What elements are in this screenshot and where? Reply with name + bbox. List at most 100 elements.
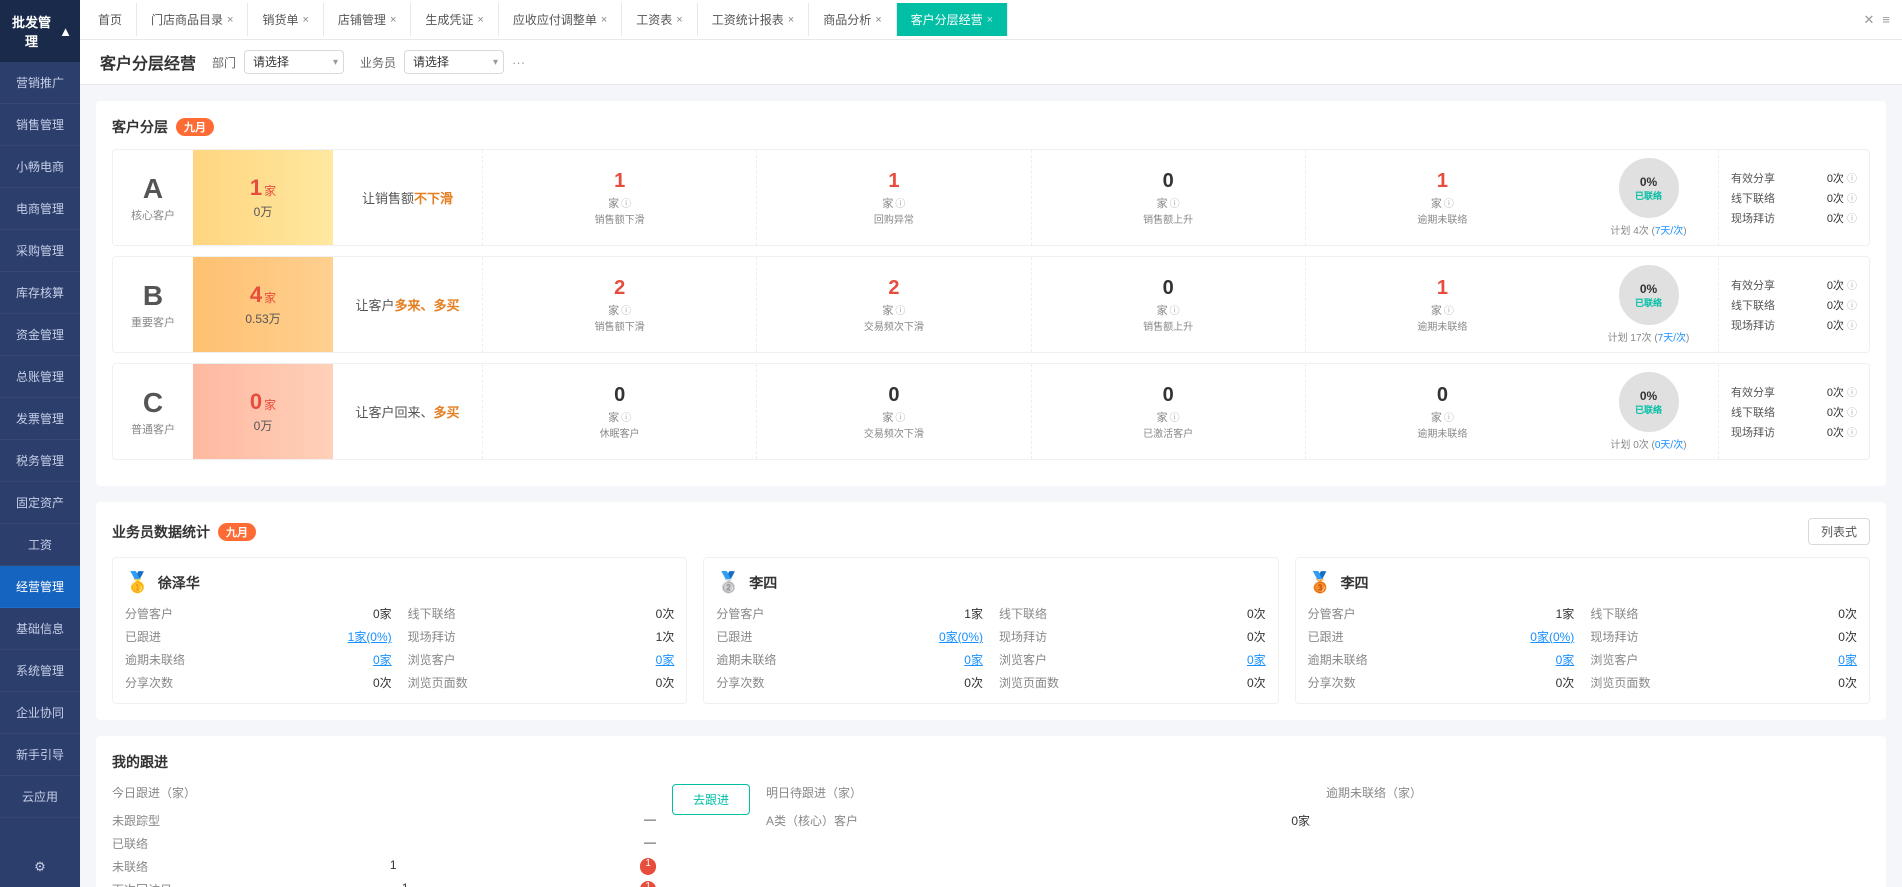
metric-block-A-3[interactable]: 1家ⓘ逾期未联络 bbox=[1306, 150, 1579, 245]
metric-block-B-3[interactable]: 1家ⓘ逾期未联络 bbox=[1306, 257, 1579, 352]
stat-val-2-4[interactable]: 0家 bbox=[1556, 651, 1575, 668]
stat-val-2-5[interactable]: 0家 bbox=[1838, 651, 1857, 668]
stat-val-2-2[interactable]: 0家(0%) bbox=[1530, 628, 1574, 645]
metric-block-A-2[interactable]: 0家ⓘ销售额上升 bbox=[1032, 150, 1306, 245]
metric-info-icon-B-0[interactable]: ⓘ bbox=[621, 302, 631, 317]
sidebar-item-新手引导[interactable]: 新手引导 bbox=[0, 734, 80, 776]
tab-首页[interactable]: 首页 bbox=[84, 3, 137, 36]
tab-close-生成凭证[interactable]: × bbox=[477, 14, 483, 26]
sidebar-item-基础信息[interactable]: 基础信息 bbox=[0, 608, 80, 650]
metric-info-icon-C-2[interactable]: ⓘ bbox=[1170, 409, 1180, 424]
right-stat-info-C-0[interactable]: ⓘ bbox=[1847, 388, 1857, 399]
metric-block-C-0[interactable]: 0家ⓘ休眠客户 bbox=[483, 364, 757, 459]
tab-工资表[interactable]: 工资表× bbox=[622, 3, 697, 36]
right-stat-info-C-1[interactable]: ⓘ bbox=[1847, 408, 1857, 419]
tab-店铺管理[interactable]: 店铺管理× bbox=[324, 3, 411, 36]
salesperson-select[interactable]: 请选择 bbox=[404, 50, 504, 74]
metric-block-B-2[interactable]: 0家ⓘ销售额上升 bbox=[1032, 257, 1306, 352]
list-view-button[interactable]: 列表式 bbox=[1808, 518, 1870, 545]
stat-val-0-5[interactable]: 0家 bbox=[656, 651, 675, 668]
stat-val-1-5[interactable]: 0家 bbox=[1247, 651, 1266, 668]
sidebar-item-库存核算[interactable]: 库存核算 bbox=[0, 272, 80, 314]
sidebar-item-电商管理[interactable]: 电商管理 bbox=[0, 188, 80, 230]
tier-count-C[interactable]: 0家0万 bbox=[193, 364, 333, 459]
metric-block-C-3[interactable]: 0家ⓘ逾期未联络 bbox=[1306, 364, 1579, 459]
tab-close-门店商品目录[interactable]: × bbox=[227, 14, 233, 26]
metric-info-icon-A-0[interactable]: ⓘ bbox=[621, 195, 631, 210]
tab-门店商品目录[interactable]: 门店商品目录× bbox=[137, 3, 248, 36]
tab-销货单[interactable]: 销货单× bbox=[248, 3, 323, 36]
tier-count-A[interactable]: 1家0万 bbox=[193, 150, 333, 245]
tab-商品分析[interactable]: 商品分析× bbox=[809, 3, 896, 36]
sidebar-header[interactable]: 批发管理 ▲ bbox=[0, 0, 80, 62]
sidebar-item-采购管理[interactable]: 采购管理 bbox=[0, 230, 80, 272]
right-stat-row-C-0: 有效分享 0次 ⓘ bbox=[1731, 384, 1857, 400]
metric-info-icon-A-1[interactable]: ⓘ bbox=[895, 195, 905, 210]
metric-block-A-0[interactable]: 1家ⓘ销售额下滑 bbox=[483, 150, 757, 245]
metric-info-icon-C-0[interactable]: ⓘ bbox=[621, 409, 631, 424]
metric-block-C-1[interactable]: 0家ⓘ交易频次下滑 bbox=[757, 364, 1031, 459]
metric-info-icon-A-2[interactable]: ⓘ bbox=[1170, 195, 1180, 210]
tab-close-销货单[interactable]: × bbox=[302, 14, 308, 26]
metric-info-icon-B-1[interactable]: ⓘ bbox=[895, 302, 905, 317]
sidebar-item-销售管理[interactable]: 销售管理 bbox=[0, 104, 80, 146]
stat-label-2-3: 现场拜访 bbox=[1590, 628, 1638, 645]
sidebar-item-工资[interactable]: 工资 bbox=[0, 524, 80, 566]
metric-block-B-1[interactable]: 2家ⓘ交易频次下滑 bbox=[757, 257, 1031, 352]
metric-block-C-2[interactable]: 0家ⓘ已激活客户 bbox=[1032, 364, 1306, 459]
tab-close-店铺管理[interactable]: × bbox=[390, 14, 396, 26]
sidebar-item-小畅电商[interactable]: 小畅电商 bbox=[0, 146, 80, 188]
right-stat-info-C-2[interactable]: ⓘ bbox=[1847, 428, 1857, 439]
tab-close-工资表[interactable]: × bbox=[676, 14, 682, 26]
right-stat-info-A-2[interactable]: ⓘ bbox=[1847, 214, 1857, 225]
metric-label-A-3: 家ⓘ bbox=[1431, 195, 1454, 211]
staff-stat-left-0-6: 分享次数0次 bbox=[125, 674, 392, 691]
metric-text-C-0: 休眠客户 bbox=[600, 425, 640, 440]
metric-info-icon-B-2[interactable]: ⓘ bbox=[1170, 302, 1180, 317]
stat-val-1-4[interactable]: 0家 bbox=[964, 651, 983, 668]
tier-name-A: 核心客户 bbox=[131, 207, 175, 223]
tab-close-应收应付调整单[interactable]: × bbox=[601, 14, 607, 26]
stat-val-0-2[interactable]: 1家(0%) bbox=[348, 628, 392, 645]
settings-button[interactable]: ⚙ bbox=[0, 847, 80, 887]
tomorrow-follow-block: 明日待跟进（家） A类（核心）客户0家 bbox=[766, 784, 1310, 832]
sidebar-item-经营管理[interactable]: 经营管理 bbox=[0, 566, 80, 608]
metric-info-icon-C-3[interactable]: ⓘ bbox=[1444, 409, 1454, 424]
sidebar-item-总账管理[interactable]: 总账管理 bbox=[0, 356, 80, 398]
metric-info-icon-C-1[interactable]: ⓘ bbox=[895, 409, 905, 424]
tab-客户分层经营[interactable]: 客户分层经营× bbox=[897, 3, 1008, 36]
right-stat-info-B-1[interactable]: ⓘ bbox=[1847, 301, 1857, 312]
dept-select[interactable]: 请选择 bbox=[244, 50, 344, 74]
tab-工资统计报表[interactable]: 工资统计报表× bbox=[698, 3, 809, 36]
tab-生成凭证[interactable]: 生成凭证× bbox=[411, 3, 498, 36]
metric-info-icon-B-3[interactable]: ⓘ bbox=[1444, 302, 1454, 317]
tier-count-B[interactable]: 4家0.53万 bbox=[193, 257, 333, 352]
sidebar-item-营销推广[interactable]: 营销推广 bbox=[0, 62, 80, 104]
window-menu-icon[interactable]: ≡ bbox=[1882, 12, 1890, 27]
sidebar-item-系统管理[interactable]: 系统管理 bbox=[0, 650, 80, 692]
sidebar-item-发票管理[interactable]: 发票管理 bbox=[0, 398, 80, 440]
right-stat-info-A-0[interactable]: ⓘ bbox=[1847, 174, 1857, 185]
right-stat-row-B-2: 现场拜访 0次 ⓘ bbox=[1731, 317, 1857, 333]
metric-block-A-1[interactable]: 1家ⓘ回购异常 bbox=[757, 150, 1031, 245]
sidebar-item-企业协同[interactable]: 企业协同 bbox=[0, 692, 80, 734]
stat-val-1-2[interactable]: 0家(0%) bbox=[939, 628, 983, 645]
right-stat-info-A-1[interactable]: ⓘ bbox=[1847, 194, 1857, 205]
sidebar-item-云应用[interactable]: 云应用 bbox=[0, 776, 80, 818]
tab-close-商品分析[interactable]: × bbox=[875, 14, 881, 26]
metric-block-B-0[interactable]: 2家ⓘ销售额下滑 bbox=[483, 257, 757, 352]
sidebar-item-资金管理[interactable]: 资金管理 bbox=[0, 314, 80, 356]
tab-应收应付调整单[interactable]: 应收应付调整单× bbox=[499, 3, 622, 36]
right-stat-info-B-0[interactable]: ⓘ bbox=[1847, 281, 1857, 292]
window-close-icon[interactable]: ✕ bbox=[1864, 12, 1875, 28]
staff-name-1: 李四 bbox=[749, 573, 777, 593]
metric-info-icon-A-3[interactable]: ⓘ bbox=[1444, 195, 1454, 210]
tab-close-客户分层经营[interactable]: × bbox=[987, 14, 993, 26]
more-options-icon[interactable]: ··· bbox=[512, 55, 525, 70]
sidebar-item-税务管理[interactable]: 税务管理 bbox=[0, 440, 80, 482]
stat-val-0-4[interactable]: 0家 bbox=[373, 651, 392, 668]
goto-follow-button[interactable]: 去跟进 bbox=[672, 784, 750, 815]
sidebar-item-固定资产[interactable]: 固定资产 bbox=[0, 482, 80, 524]
right-stat-info-B-2[interactable]: ⓘ bbox=[1847, 321, 1857, 332]
tab-close-工资统计报表[interactable]: × bbox=[788, 14, 794, 26]
